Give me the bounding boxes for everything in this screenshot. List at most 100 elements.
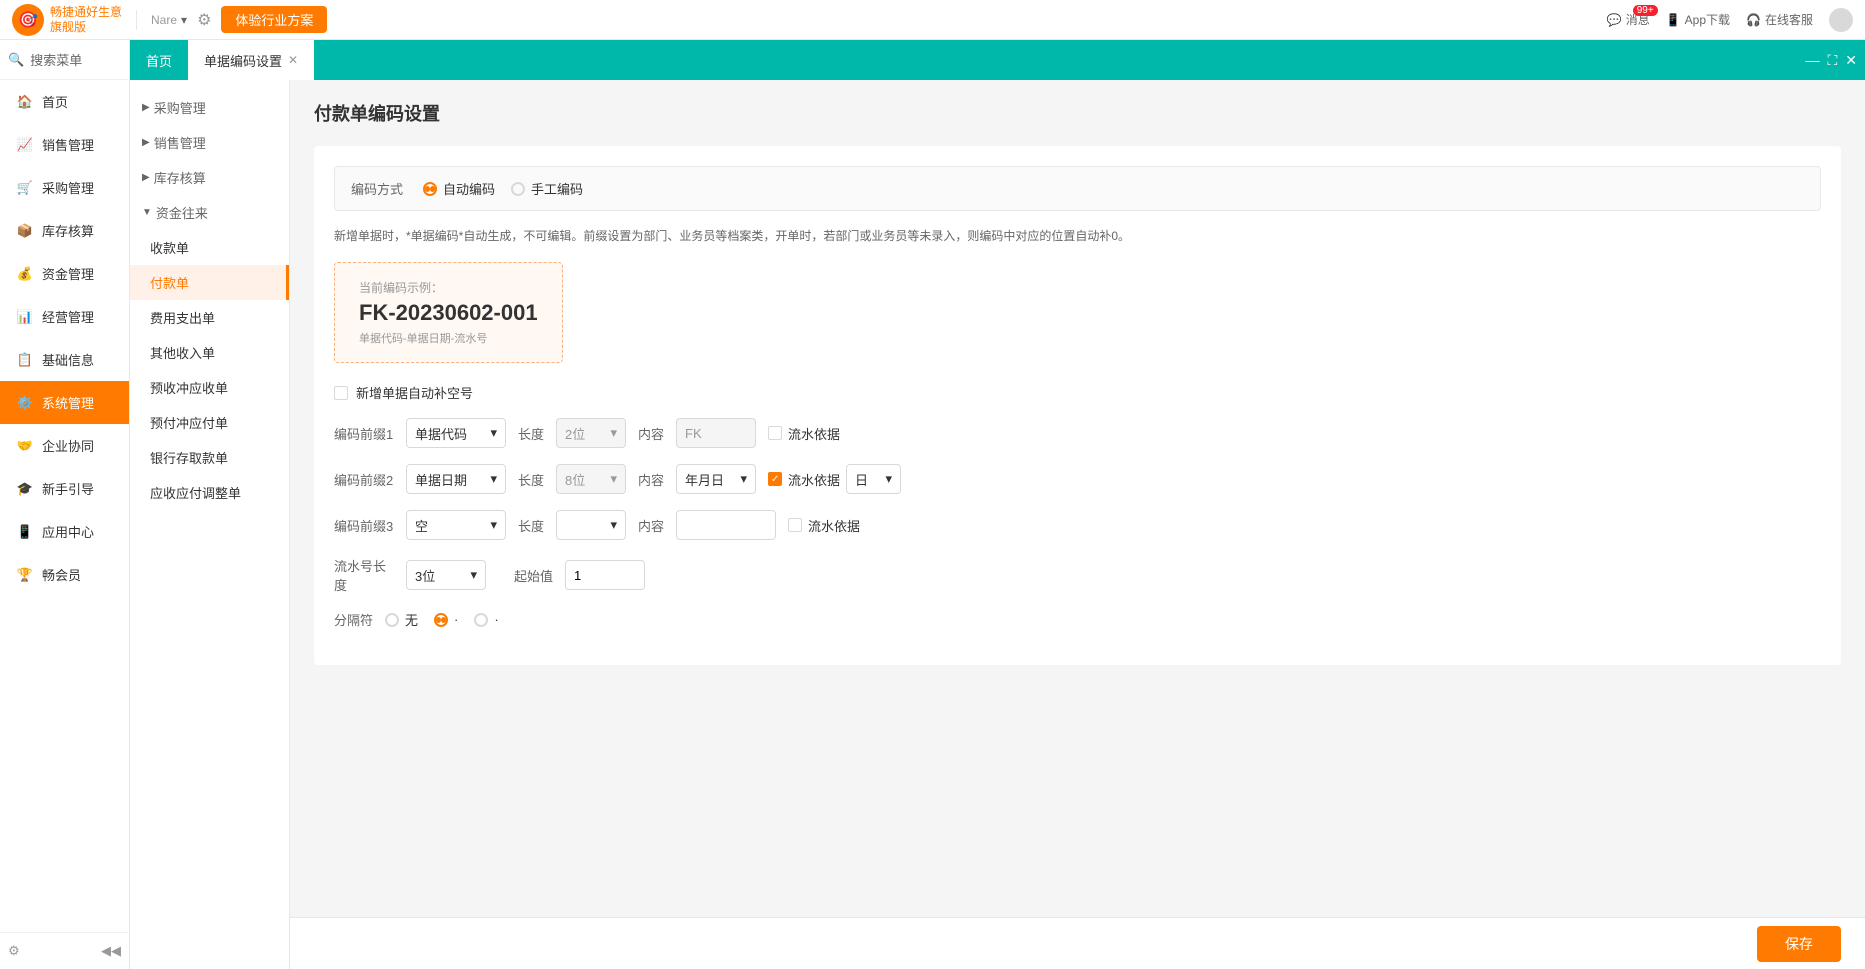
prefix3-content-input[interactable] — [676, 510, 776, 540]
sub-sidebar-header-purchase[interactable]: ▶ 采购管理 — [130, 90, 289, 125]
sidebar-item-guide[interactable]: 🎓 新手引导 — [0, 467, 129, 510]
prefix2-length-select[interactable]: 8位 ▾ — [556, 464, 626, 494]
prefix2-select[interactable]: 单据日期 ▾ — [406, 464, 506, 494]
prefix3-length-select[interactable]: ▾ — [556, 510, 626, 540]
sub-sidebar-header-inventory[interactable]: ▶ 库存核算 — [130, 160, 289, 195]
code-example-value: FK-20230602-001 — [359, 300, 538, 326]
tab-close-icon[interactable]: ✕ — [288, 53, 298, 67]
main-content: 付款单编码设置 编码方式 自动编码 — [290, 80, 1865, 917]
prefix3-label: 编码前缀3 — [334, 516, 394, 535]
prefix2-content-select[interactable]: 年月日 ▾ — [676, 464, 756, 494]
prefix1-label: 编码前缀1 — [334, 424, 394, 443]
close-icon[interactable]: ✕ — [1845, 52, 1857, 69]
sidebar-item-purchase[interactable]: 🛒 采购管理 — [0, 166, 129, 209]
sidebar-item-finance[interactable]: 💰 资金管理 — [0, 252, 129, 295]
manual-encode-radio[interactable]: 手工编码 — [511, 179, 583, 198]
company-select[interactable]: Nare ▾ — [151, 13, 187, 27]
inner-layout: ▶ 采购管理 ▶ 销售管理 ▶ 库存核算 — [130, 80, 1865, 969]
member-icon: 🏆 — [16, 566, 34, 584]
sidebar-item-cooperation[interactable]: 🤝 企业协同 — [0, 424, 129, 467]
gear-icon[interactable]: ⚙ — [197, 10, 211, 30]
message-icon: 💬 — [1607, 13, 1622, 27]
sidebar-item-system[interactable]: ⚙️ 系统管理 — [0, 381, 129, 424]
operations-icon: 📊 — [16, 308, 34, 326]
sub-sidebar-item-payment[interactable]: 付款单 — [130, 265, 289, 300]
sub-sidebar-item-expense[interactable]: 费用支出单 — [130, 300, 289, 335]
message-button[interactable]: 💬 消息 99+ — [1607, 11, 1650, 28]
sidebar-item-member[interactable]: 🏆 畅会员 — [0, 553, 129, 596]
sales-icon: 📈 — [16, 136, 34, 154]
sidebar-item-inventory[interactable]: 📦 库存核算 — [0, 209, 129, 252]
separator-dot1[interactable]: · — [434, 612, 458, 627]
auto-encode-radio[interactable]: 自动编码 — [423, 179, 495, 198]
serial-length-select[interactable]: 3位 ▾ — [406, 560, 486, 590]
chevron-down-icon: ▾ — [490, 517, 497, 533]
tab-home[interactable]: 首页 — [130, 40, 188, 80]
chevron-down-icon: ▾ — [181, 13, 187, 27]
message-badge: 99+ — [1633, 5, 1658, 16]
encode-method-label: 编码方式 — [351, 179, 403, 198]
brand-icon: 🎯 — [12, 4, 44, 36]
inventory-icon: 📦 — [16, 222, 34, 240]
sub-sidebar-item-bank[interactable]: 银行存取款单 — [130, 440, 289, 475]
prefix1-select[interactable]: 单据代码 ▾ — [406, 418, 506, 448]
sub-sidebar-group-sales: ▶ 销售管理 — [130, 125, 289, 160]
minimize-icon[interactable]: — — [1805, 52, 1819, 68]
sub-sidebar-header-sales[interactable]: ▶ 销售管理 — [130, 125, 289, 160]
purchase-icon: 🛒 — [16, 179, 34, 197]
sub-sidebar-item-prepay-payable[interactable]: 预付冲应付单 — [130, 405, 289, 440]
appstore-icon: 📱 — [16, 523, 34, 541]
tab-right-actions: — ⛶ ✕ — [1805, 52, 1865, 69]
prefix1-length-select[interactable]: 2位 ▾ — [556, 418, 626, 448]
prefix1-stream-checkbox[interactable] — [768, 426, 782, 440]
code-example-sub: 单据代码-单据日期-流水号 — [359, 330, 538, 346]
separator-dot2[interactable]: · — [474, 612, 498, 627]
prefix3-select[interactable]: 空 ▾ — [406, 510, 506, 540]
maximize-icon[interactable]: ⛶ — [1827, 52, 1837, 69]
sub-sidebar-item-receipt[interactable]: 收款单 — [130, 230, 289, 265]
prefix1-stream-group: 流水依据 — [768, 424, 840, 443]
app-download-button[interactable]: 📱 App下载 — [1666, 11, 1730, 28]
prefix3-stream-checkbox[interactable] — [788, 518, 802, 532]
tab-encode-settings[interactable]: 单据编码设置 ✕ — [188, 40, 314, 80]
save-button[interactable]: 保存 — [1757, 926, 1841, 962]
sub-sidebar-item-prepay-receivable[interactable]: 预收冲应收单 — [130, 370, 289, 405]
auto-fill-checkbox[interactable] — [334, 386, 348, 400]
sidebar-item-appstore[interactable]: 📱 应用中心 — [0, 510, 129, 553]
user-avatar[interactable] — [1829, 8, 1853, 32]
auto-fill-label: 新增单据自动补空号 — [356, 383, 473, 402]
code-example-label: 当前编码示例： — [359, 279, 538, 296]
separator-none[interactable]: 无 — [385, 610, 418, 629]
trial-button[interactable]: 体验行业方案 — [221, 6, 327, 33]
sub-sidebar-group-finance: ▼ 资金往来 收款单 付款单 费用支出单 其他收入单 预收冲应收单 预付冲应付单… — [130, 195, 289, 510]
sidebar-item-sales[interactable]: 📈 销售管理 — [0, 123, 129, 166]
search-icon: 🔍 — [8, 52, 24, 68]
app-icon: 📱 — [1666, 13, 1681, 27]
sub-sidebar-item-other-income[interactable]: 其他收入单 — [130, 335, 289, 370]
sub-sidebar-item-adjust[interactable]: 应收应付调整单 — [130, 475, 289, 510]
chevron-right-icon: ▶ — [142, 102, 150, 113]
prefix1-content-input[interactable] — [676, 418, 756, 448]
chevron-down-icon: ▾ — [470, 567, 477, 583]
settings-card: 编码方式 自动编码 手工编码 — [314, 146, 1841, 665]
sidebar-item-basic[interactable]: 📋 基础信息 — [0, 338, 129, 381]
serial-length-label: 流水号长度 — [334, 556, 394, 594]
sidebar-item-operations[interactable]: 📊 经营管理 — [0, 295, 129, 338]
prefix2-stream-select[interactable]: 日 ▾ — [846, 464, 901, 494]
prefix2-stream-checkbox[interactable]: ✓ — [768, 472, 782, 486]
chevron-right-icon: ▶ — [142, 137, 150, 148]
online-service-button[interactable]: 🎧 在线客服 — [1746, 11, 1813, 28]
start-value-input[interactable] — [565, 560, 645, 590]
sub-sidebar-header-finance[interactable]: ▼ 资金往来 — [130, 195, 289, 230]
serial-row: 流水号长度 3位 ▾ 起始值 — [334, 556, 1821, 594]
topbar: 🎯 畅捷通好生意 旗舰版 Nare ▾ ⚙ 体验行业方案 💬 消息 99+ 📱 … — [0, 0, 1865, 40]
prefix3-stream-group: 流水依据 — [788, 516, 860, 535]
finance-icon: 💰 — [16, 265, 34, 283]
service-icon: 🎧 — [1746, 13, 1761, 27]
separator-row: 分隔符 无 · — [334, 610, 1821, 629]
collapse-icon[interactable]: ◀◀ — [101, 943, 121, 959]
sidebar-item-home[interactable]: 🏠 首页 — [0, 80, 129, 123]
topbar-right: 💬 消息 99+ 📱 App下载 🎧 在线客服 — [1607, 8, 1853, 32]
search-menu-button[interactable]: 🔍 搜索菜单 — [0, 40, 129, 80]
settings-icon[interactable]: ⚙ — [8, 943, 20, 959]
